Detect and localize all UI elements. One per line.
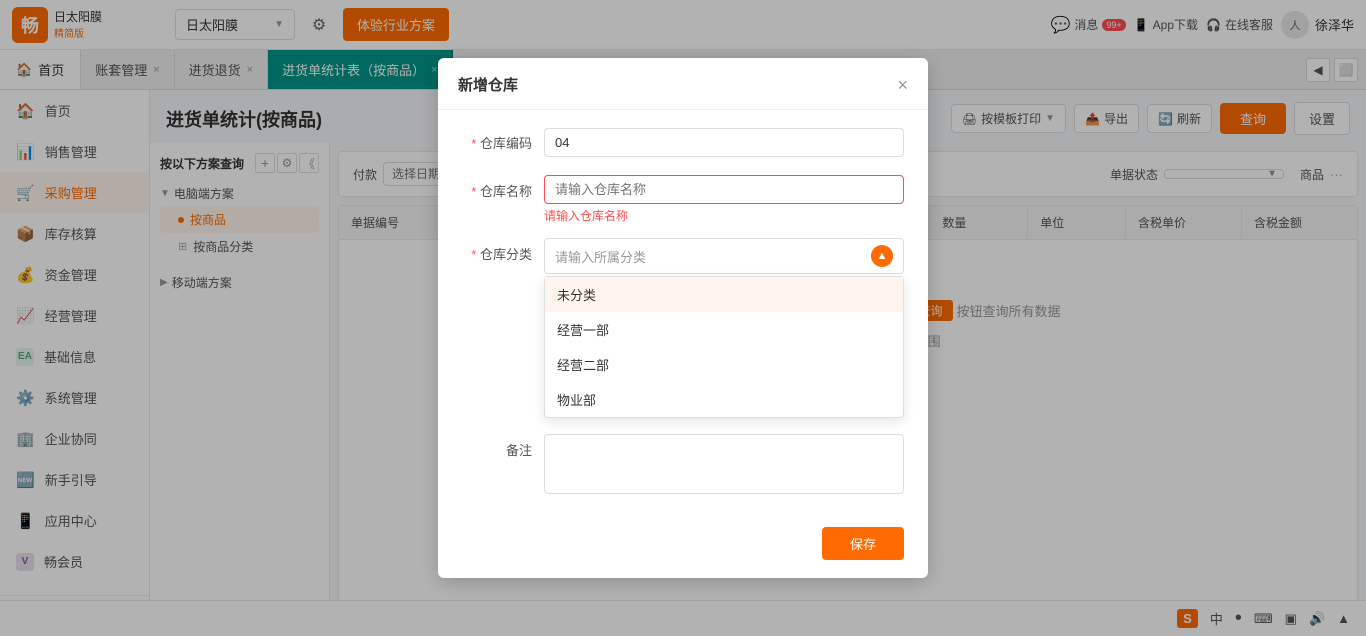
modal-header: 新增仓库 × bbox=[438, 58, 928, 110]
form-row-note: 备注 bbox=[462, 434, 904, 497]
modal-dialog: 新增仓库 × * 仓库编码 * 仓库名称 bbox=[438, 58, 928, 578]
modal-overlay: 新增仓库 × * 仓库编码 * 仓库名称 bbox=[0, 0, 1366, 636]
category-dropdown: 未分类 经营一部 经营二部 物业部 bbox=[544, 276, 904, 418]
category-select[interactable]: 请输入所属分类 ▲ bbox=[544, 238, 904, 274]
modal-body: * 仓库编码 * 仓库名称 请输入仓库名称 bbox=[438, 110, 928, 519]
note-field-wrapper bbox=[544, 434, 904, 497]
name-field-wrapper: 请输入仓库名称 bbox=[544, 175, 904, 224]
category-arrow-btn[interactable]: ▲ bbox=[871, 245, 893, 267]
dropdown-item-ops1[interactable]: 经营一部 bbox=[545, 312, 903, 347]
modal-close-btn[interactable]: × bbox=[897, 76, 908, 94]
code-field-wrapper bbox=[544, 128, 904, 157]
name-label: * 仓库名称 bbox=[462, 175, 532, 200]
category-placeholder: 请输入所属分类 bbox=[555, 247, 871, 266]
dropdown-item-ops2[interactable]: 经营二部 bbox=[545, 347, 903, 382]
modal-title: 新增仓库 bbox=[458, 74, 518, 95]
name-input[interactable] bbox=[544, 175, 904, 204]
code-label: * 仓库编码 bbox=[462, 133, 532, 152]
form-row-name: * 仓库名称 请输入仓库名称 bbox=[462, 175, 904, 224]
modal-footer: 保存 bbox=[438, 519, 928, 578]
note-input[interactable] bbox=[544, 434, 904, 494]
category-field-wrapper: 请输入所属分类 ▲ 未分类 经营一部 经营二部 物业部 bbox=[544, 238, 904, 274]
form-row-code: * 仓库编码 bbox=[462, 128, 904, 157]
name-error-msg: 请输入仓库名称 bbox=[544, 207, 904, 224]
dropdown-item-property[interactable]: 物业部 bbox=[545, 382, 903, 417]
save-button[interactable]: 保存 bbox=[822, 527, 904, 560]
form-row-category: * 仓库分类 请输入所属分类 ▲ 未分类 经营一部 经营二部 物业部 bbox=[462, 238, 904, 274]
code-input[interactable] bbox=[544, 128, 904, 157]
dropdown-item-uncategorized[interactable]: 未分类 bbox=[545, 277, 903, 312]
note-label: 备注 bbox=[462, 434, 532, 459]
category-label: * 仓库分类 bbox=[462, 238, 532, 263]
